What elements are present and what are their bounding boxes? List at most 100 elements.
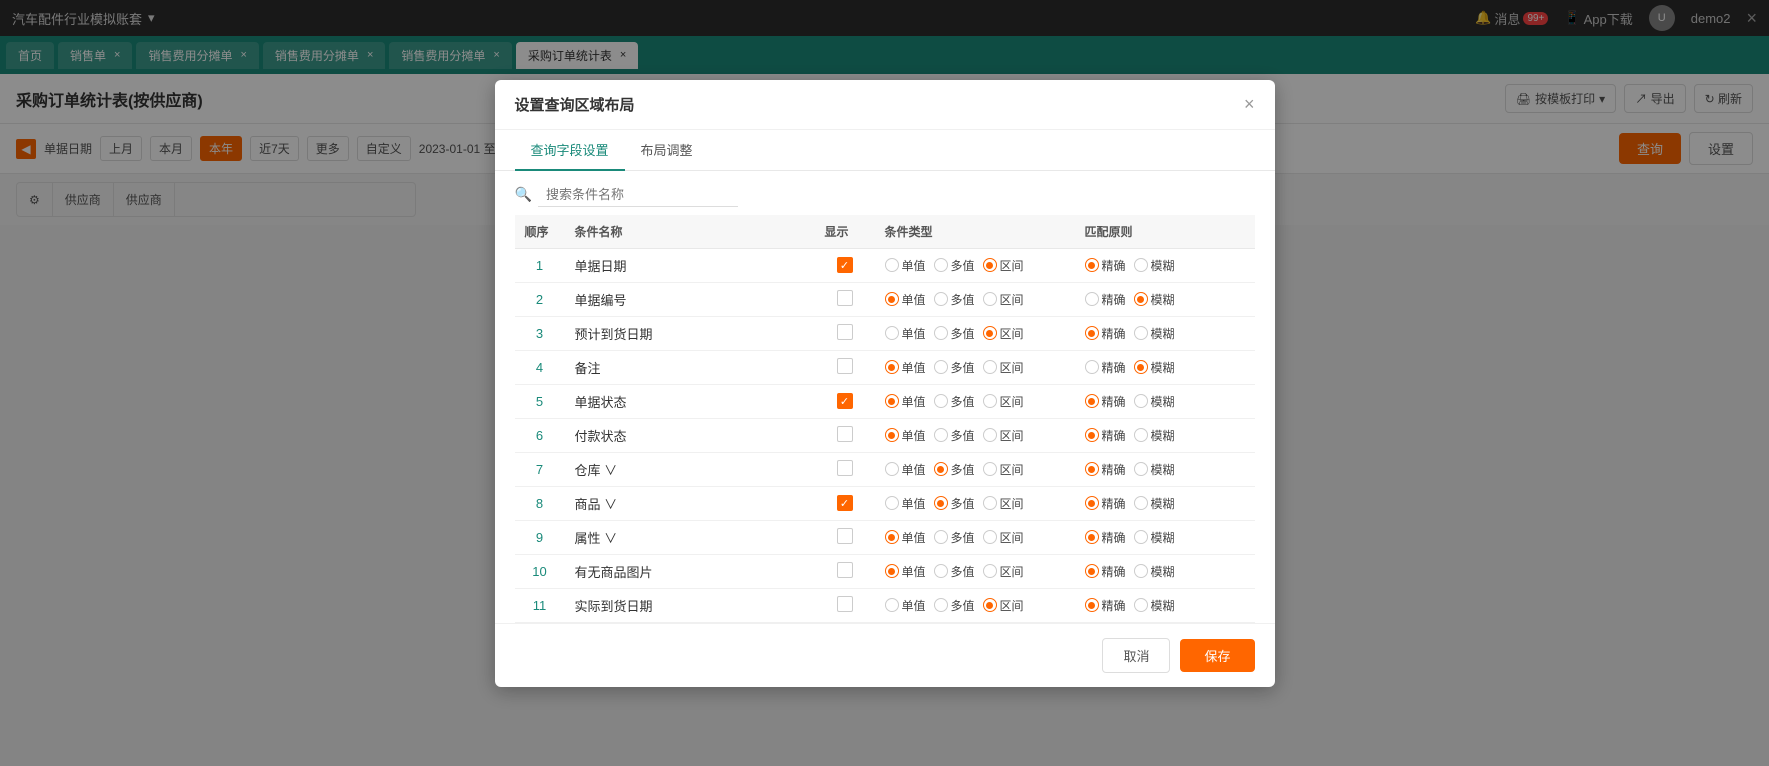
radio-match-精确-8[interactable]: 精确 (1085, 495, 1126, 512)
radio-match-模糊-9[interactable]: 模糊 (1134, 529, 1175, 546)
checkbox-show-4[interactable] (837, 358, 853, 374)
radio-match-精确-6[interactable]: 精确 (1085, 427, 1126, 444)
row-show-11[interactable] (815, 588, 875, 622)
radio-type-多值-10[interactable]: 多值 (934, 563, 975, 580)
radio-match-模糊-2[interactable]: 模糊 (1134, 291, 1175, 308)
radio-match-精确-5[interactable]: 精确 (1085, 393, 1126, 410)
radio-match-模糊-1[interactable]: 模糊 (1134, 257, 1175, 274)
tab-query-fields[interactable]: 查询字段设置 (515, 130, 625, 171)
radio-match-模糊-11[interactable]: 模糊 (1134, 597, 1175, 614)
radio-match-模糊-4[interactable]: 模糊 (1134, 359, 1175, 376)
radio-dot-多值 (934, 258, 948, 272)
radio-type-区间-11[interactable]: 区间 (983, 597, 1024, 614)
checkbox-show-3[interactable] (837, 324, 853, 340)
row-show-3[interactable] (815, 316, 875, 350)
row-name-1: 单据日期 (565, 248, 815, 282)
radio-type-区间-6[interactable]: 区间 (983, 427, 1024, 444)
row-show-1[interactable] (815, 248, 875, 282)
radio-type-单值-6[interactable]: 单值 (885, 427, 926, 444)
radio-match-模糊-5[interactable]: 模糊 (1134, 393, 1175, 410)
radio-type-区间-5[interactable]: 区间 (983, 393, 1024, 410)
radio-match-模糊-6[interactable]: 模糊 (1134, 427, 1175, 444)
cancel-button[interactable]: 取消 (1102, 638, 1170, 673)
radio-type-单值-9[interactable]: 单值 (885, 529, 926, 546)
radio-type-区间-1[interactable]: 区间 (983, 257, 1024, 274)
modal-close-button[interactable]: × (1244, 94, 1255, 115)
search-input[interactable] (538, 183, 738, 207)
radio-type-单值-2[interactable]: 单值 (885, 291, 926, 308)
row-order-8: 8 (515, 486, 565, 520)
row-name-5: 单据状态 (565, 384, 815, 418)
th-order: 顺序 (515, 215, 565, 249)
radio-type-多值-7[interactable]: 多值 (934, 461, 975, 478)
radio-type-多值-3[interactable]: 多值 (934, 325, 975, 342)
row-type-7: 单值多值区间 (875, 452, 1075, 486)
row-match-10: 精确模糊 (1075, 554, 1255, 588)
radio-type-区间-4[interactable]: 区间 (983, 359, 1024, 376)
radio-match-精确-3[interactable]: 精确 (1085, 325, 1126, 342)
radio-match-模糊-7[interactable]: 模糊 (1134, 461, 1175, 478)
radio-type-区间-10[interactable]: 区间 (983, 563, 1024, 580)
radio-type-区间-8[interactable]: 区间 (983, 495, 1024, 512)
radio-type-单值-11[interactable]: 单值 (885, 597, 926, 614)
radio-match-精确-2[interactable]: 精确 (1085, 291, 1126, 308)
radio-match-模糊-3[interactable]: 模糊 (1134, 325, 1175, 342)
row-type-2: 单值多值区间 (875, 282, 1075, 316)
radio-dot-match-精确 (1085, 428, 1099, 442)
radio-match-精确-10[interactable]: 精确 (1085, 563, 1126, 580)
row-show-6[interactable] (815, 418, 875, 452)
row-show-8[interactable] (815, 486, 875, 520)
checkbox-show-2[interactable] (837, 290, 853, 306)
checkbox-show-5[interactable] (837, 393, 853, 409)
radio-dot-单值 (885, 564, 899, 578)
radio-dot-区间 (983, 462, 997, 476)
tab-layout-adjust[interactable]: 布局调整 (625, 130, 709, 171)
radio-type-多值-8[interactable]: 多值 (934, 495, 975, 512)
radio-match-精确-4[interactable]: 精确 (1085, 359, 1126, 376)
row-show-4[interactable] (815, 350, 875, 384)
modal-footer: 取消 保存 (495, 623, 1275, 687)
row-show-2[interactable] (815, 282, 875, 316)
row-show-10[interactable] (815, 554, 875, 588)
radio-type-多值-1[interactable]: 多值 (934, 257, 975, 274)
radio-match-模糊-8[interactable]: 模糊 (1134, 495, 1175, 512)
radio-type-多值-5[interactable]: 多值 (934, 393, 975, 410)
radio-type-区间-9[interactable]: 区间 (983, 529, 1024, 546)
radio-match-精确-1[interactable]: 精确 (1085, 257, 1126, 274)
row-show-7[interactable] (815, 452, 875, 486)
row-order-11: 11 (515, 588, 565, 622)
row-show-5[interactable] (815, 384, 875, 418)
radio-type-单值-10[interactable]: 单值 (885, 563, 926, 580)
radio-type-单值-5[interactable]: 单值 (885, 393, 926, 410)
radio-type-单值-1[interactable]: 单值 (885, 257, 926, 274)
radio-type-单值-7[interactable]: 单值 (885, 461, 926, 478)
radio-type-多值-11[interactable]: 多值 (934, 597, 975, 614)
row-show-9[interactable] (815, 520, 875, 554)
save-button[interactable]: 保存 (1180, 639, 1254, 672)
radio-match-精确-11[interactable]: 精确 (1085, 597, 1126, 614)
radio-type-区间-7[interactable]: 区间 (983, 461, 1024, 478)
radio-type-多值-9[interactable]: 多值 (934, 529, 975, 546)
radio-match-label-精确: 精确 (1102, 393, 1126, 410)
radio-match-模糊-10[interactable]: 模糊 (1134, 563, 1175, 580)
radio-type-单值-3[interactable]: 单值 (885, 325, 926, 342)
radio-dot-match-精确 (1085, 258, 1099, 272)
radio-match-精确-9[interactable]: 精确 (1085, 529, 1126, 546)
checkbox-show-8[interactable] (837, 495, 853, 511)
checkbox-show-6[interactable] (837, 426, 853, 442)
checkbox-show-10[interactable] (837, 562, 853, 578)
radio-type-区间-2[interactable]: 区间 (983, 291, 1024, 308)
radio-type-多值-2[interactable]: 多值 (934, 291, 975, 308)
radio-label-单值: 单值 (902, 393, 926, 410)
checkbox-show-7[interactable] (837, 460, 853, 476)
checkbox-show-1[interactable] (837, 257, 853, 273)
checkbox-show-9[interactable] (837, 528, 853, 544)
radio-type-区间-3[interactable]: 区间 (983, 325, 1024, 342)
radio-dot-单值 (885, 360, 899, 374)
radio-type-单值-8[interactable]: 单值 (885, 495, 926, 512)
checkbox-show-11[interactable] (837, 596, 853, 612)
radio-type-单值-4[interactable]: 单值 (885, 359, 926, 376)
radio-type-多值-4[interactable]: 多值 (934, 359, 975, 376)
radio-type-多值-6[interactable]: 多值 (934, 427, 975, 444)
radio-match-精确-7[interactable]: 精确 (1085, 461, 1126, 478)
